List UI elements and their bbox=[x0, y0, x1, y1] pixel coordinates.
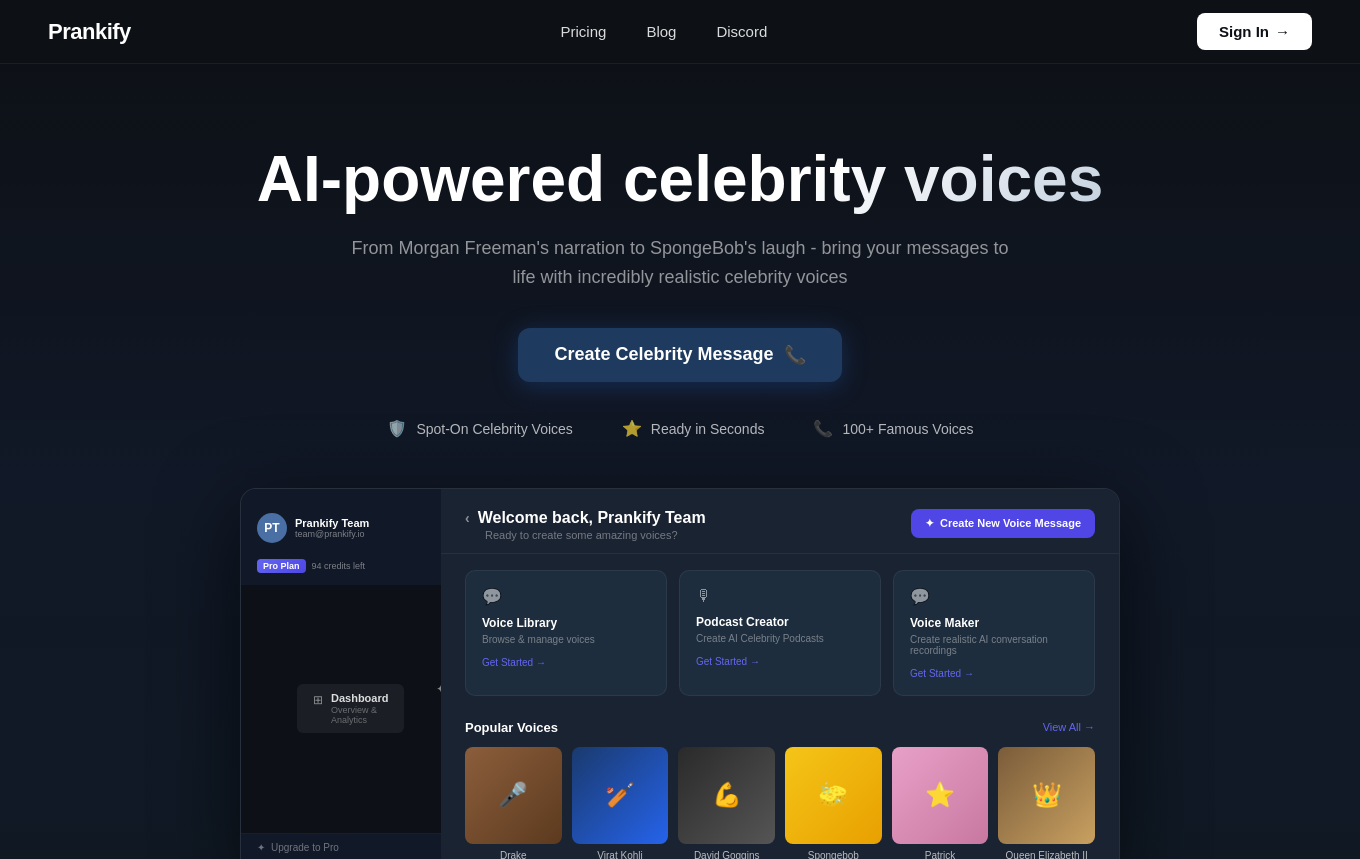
voice-thumb-virat: 🏏 bbox=[572, 747, 669, 844]
voice-thumb-drake: 🎤 bbox=[465, 747, 562, 844]
voice-name-patrick: Patrick bbox=[892, 850, 989, 859]
voice-card-virat[interactable]: 🏏 Virat Kohli bbox=[572, 747, 669, 859]
voice-card-spongebob[interactable]: 🧽 Spongebob bbox=[785, 747, 882, 859]
voice-card-drake[interactable]: 🎤 Drake bbox=[465, 747, 562, 859]
hero-title: AI-powered celebrity voices bbox=[48, 144, 1312, 214]
card-desc-1: Browse & manage voices bbox=[482, 634, 650, 645]
hero-subtitle: From Morgan Freeman's narration to Spong… bbox=[350, 234, 1010, 292]
card-link-3[interactable]: Get Started → bbox=[910, 668, 1078, 679]
avatar: PT bbox=[257, 513, 287, 543]
voice-name-queen: Queen Elizabeth II bbox=[998, 850, 1095, 859]
credits-text: 94 credits left bbox=[312, 561, 366, 571]
voice-name-goggins: David Goggins bbox=[678, 850, 775, 859]
voice-thumb-patrick: ⭐ bbox=[892, 747, 989, 844]
card-icon-2: 🎙 bbox=[696, 587, 864, 605]
welcome-text: ‹ Welcome back, Prankify Team bbox=[465, 509, 706, 527]
sparkle-icon: ✦ bbox=[925, 517, 934, 530]
card-desc-3: Create realistic AI conversation recordi… bbox=[910, 634, 1078, 656]
card-title-2: Podcast Creator bbox=[696, 615, 864, 629]
upgrade-button[interactable]: ✦ Upgrade to Pro bbox=[241, 834, 441, 859]
card-title-1: Voice Library bbox=[482, 616, 650, 630]
cards-row: 💬 Voice Library Browse & manage voices G… bbox=[441, 554, 1119, 712]
signin-button[interactable]: Sign In → bbox=[1197, 13, 1312, 50]
sidebar-user: PT Prankify Team team@prankify.io bbox=[241, 505, 441, 555]
phone-icon-2: 📞 bbox=[812, 418, 834, 440]
feature-label-1: Spot-On Celebrity Voices bbox=[416, 421, 572, 437]
voices-grid: 🎤 Drake 🏏 Virat Kohli 💪 bbox=[465, 747, 1095, 859]
card-podcast-creator[interactable]: 🎙 Podcast Creator Create AI Celebrity Po… bbox=[679, 570, 881, 696]
cta-button[interactable]: Create Celebrity Message 📞 bbox=[518, 328, 841, 382]
nav-link-blog[interactable]: Blog bbox=[646, 23, 676, 40]
user-info: Prankify Team team@prankify.io bbox=[295, 517, 425, 539]
feature-label-2: Ready in Seconds bbox=[651, 421, 765, 437]
feature-ready-seconds: ⭐ Ready in Seconds bbox=[621, 418, 765, 440]
welcome-subtitle: Ready to create some amazing voices? bbox=[465, 529, 706, 541]
popular-title: Popular Voices bbox=[465, 720, 558, 735]
sidebar-label-dashboard: Dashboard bbox=[331, 692, 388, 704]
welcome-message: Welcome back, Prankify Team bbox=[478, 509, 706, 527]
signin-label: Sign In bbox=[1219, 23, 1269, 40]
card-icon-1: 💬 bbox=[482, 587, 650, 606]
popular-header: Popular Voices View All → bbox=[465, 720, 1095, 735]
sidebar-nav: ⊞ Dashboard Overview & Analytics ✦ Voice… bbox=[241, 585, 441, 834]
create-new-label: Create New Voice Message bbox=[940, 517, 1081, 529]
voice-thumb-queen: 👑 bbox=[998, 747, 1095, 844]
card-link-1[interactable]: Get Started → bbox=[482, 657, 650, 668]
username: Prankify Team bbox=[295, 517, 425, 529]
feature-label-3: 100+ Famous Voices bbox=[842, 421, 973, 437]
logo: Prankify bbox=[48, 19, 131, 45]
upgrade-icon: ✦ bbox=[257, 842, 265, 853]
nav-link-discord[interactable]: Discord bbox=[716, 23, 767, 40]
voice-card-queen[interactable]: 👑 Queen Elizabeth II bbox=[998, 747, 1095, 859]
create-new-button[interactable]: ✦ Create New Voice Message bbox=[911, 509, 1095, 538]
cta-label: Create Celebrity Message bbox=[554, 344, 773, 365]
voice-thumb-goggins: 💪 bbox=[678, 747, 775, 844]
hero-section: AI-powered celebrity voices From Morgan … bbox=[0, 64, 1360, 488]
feature-famous-voices: 📞 100+ Famous Voices bbox=[812, 418, 973, 440]
voice-name-virat: Virat Kohli bbox=[572, 850, 669, 859]
preview-container: PT Prankify Team team@prankify.io Pro Pl… bbox=[0, 488, 1360, 859]
card-link-2[interactable]: Get Started → bbox=[696, 656, 864, 667]
navbar: Prankify Pricing Blog Discord Sign In → bbox=[0, 0, 1360, 64]
feature-celebrity-voices: 🛡️ Spot-On Celebrity Voices bbox=[386, 418, 572, 440]
view-all-link[interactable]: View All → bbox=[1043, 721, 1095, 733]
voice-card-patrick[interactable]: ⭐ Patrick bbox=[892, 747, 989, 859]
star-icon: ⭐ bbox=[621, 418, 643, 440]
main-header: ‹ Welcome back, Prankify Team Ready to c… bbox=[441, 489, 1119, 554]
sidebar-desc-dashboard: Overview & Analytics bbox=[331, 705, 388, 725]
features-row: 🛡️ Spot-On Celebrity Voices ⭐ Ready in S… bbox=[48, 418, 1312, 440]
dashboard-icon: ⊞ bbox=[313, 693, 323, 707]
card-title-3: Voice Maker bbox=[910, 616, 1078, 630]
arrow-icon: → bbox=[1275, 23, 1290, 40]
voice-name-spongebob: Spongebob bbox=[785, 850, 882, 859]
card-voice-maker[interactable]: 💬 Voice Maker Create realistic AI conver… bbox=[893, 570, 1095, 696]
user-email: team@prankify.io bbox=[295, 529, 425, 539]
card-icon-3: 💬 bbox=[910, 587, 1078, 606]
shield-icon: 🛡️ bbox=[386, 418, 408, 440]
voice-name-drake: Drake bbox=[465, 850, 562, 859]
main-content: ‹ Welcome back, Prankify Team Ready to c… bbox=[441, 489, 1119, 859]
phone-icon: 📞 bbox=[784, 344, 806, 366]
voice-card-goggins[interactable]: 💪 David Goggins bbox=[678, 747, 775, 859]
sidebar-item-dashboard[interactable]: ⊞ Dashboard Overview & Analytics bbox=[297, 684, 404, 733]
nav-link-pricing[interactable]: Pricing bbox=[561, 23, 607, 40]
nav-links: Pricing Blog Discord bbox=[561, 23, 768, 40]
upgrade-label: Upgrade to Pro bbox=[271, 842, 339, 853]
voice-thumb-spongebob: 🧽 bbox=[785, 747, 882, 844]
card-voice-library[interactable]: 💬 Voice Library Browse & manage voices G… bbox=[465, 570, 667, 696]
back-arrow[interactable]: ‹ bbox=[465, 510, 470, 526]
popular-voices-section: Popular Voices View All → 🎤 Drake 🏏 bbox=[441, 712, 1119, 859]
sidebar: PT Prankify Team team@prankify.io Pro Pl… bbox=[241, 489, 441, 859]
dashboard-preview: PT Prankify Team team@prankify.io Pro Pl… bbox=[240, 488, 1120, 859]
card-desc-2: Create AI Celebrity Podcasts bbox=[696, 633, 864, 644]
badge-row: Pro Plan 94 credits left bbox=[241, 555, 441, 585]
pro-badge: Pro Plan bbox=[257, 559, 306, 573]
